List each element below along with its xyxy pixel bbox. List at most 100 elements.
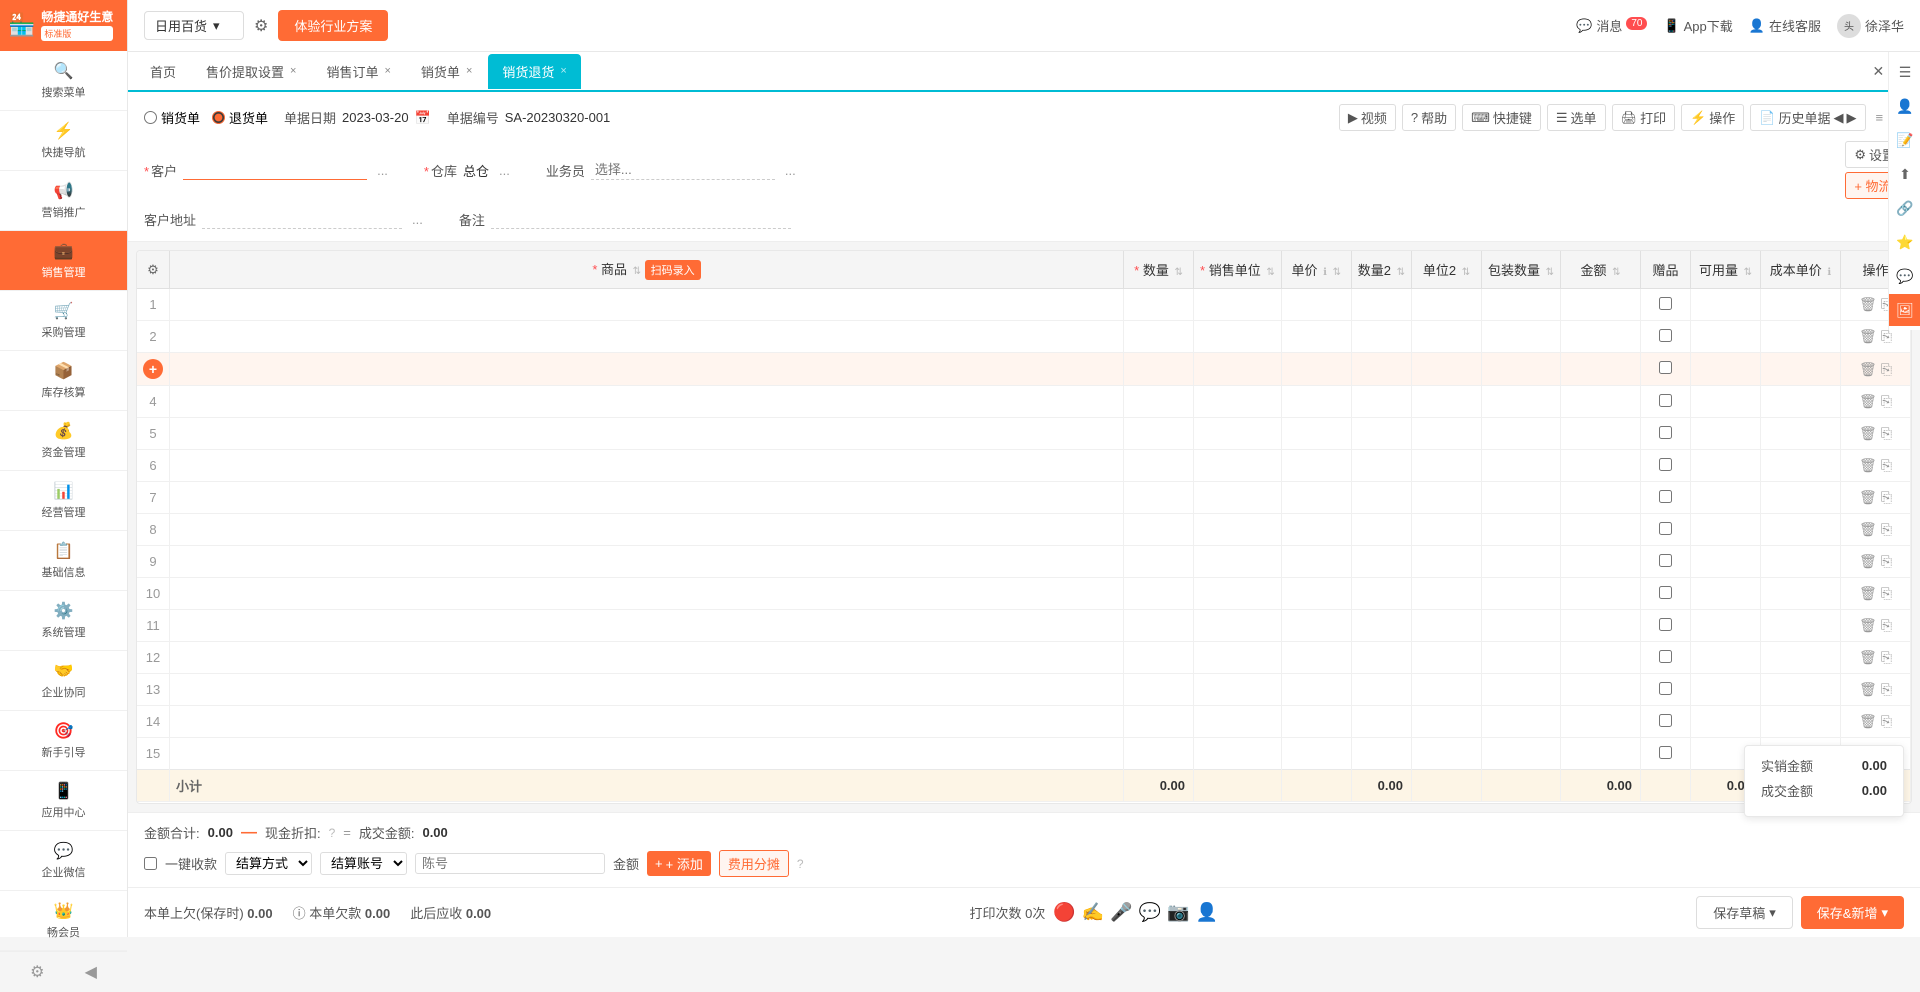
address-ellipsis-btn[interactable]: ... (412, 212, 423, 227)
delete-icon[interactable]: 🗑 (1859, 296, 1877, 313)
copy-icon[interactable]: ⎘ (1881, 585, 1892, 602)
tool-icon-2[interactable]: ✍ (1082, 902, 1104, 923)
salesperson-input[interactable] (591, 160, 775, 180)
topbar-gear-icon[interactable]: ⚙ (254, 16, 268, 36)
copy-icon[interactable]: ⎘ (1881, 393, 1892, 410)
scan-button[interactable]: 扫码录入 (645, 260, 701, 280)
product-input[interactable] (176, 362, 1117, 377)
right-panel-icon-3[interactable]: 📝 (1889, 124, 1920, 156)
delete-icon[interactable]: 🗑 (1859, 713, 1877, 730)
due-info-icon[interactable]: ⓘ (293, 906, 306, 921)
tool-icon-5[interactable]: 📷 (1167, 902, 1189, 923)
delete-icon[interactable]: 🗑 (1859, 649, 1877, 666)
right-panel-icon-6[interactable]: ⭐ (1889, 226, 1920, 258)
sidebar-item-guide[interactable]: 🎯 新手引导 (0, 711, 127, 771)
radio-sales-delivery[interactable]: 销货单 (144, 108, 200, 127)
experience-button[interactable]: 体验行业方案 (278, 10, 388, 41)
add-fee-button[interactable]: + + 添加 (647, 851, 711, 876)
sidebar-item-system[interactable]: ⚙️ 系统管理 (0, 591, 127, 651)
radio-input-return[interactable] (212, 111, 225, 124)
price-info-icon[interactable]: ℹ (1323, 267, 1327, 278)
radio-input-delivery[interactable] (144, 111, 157, 124)
product-cell-input[interactable] (170, 353, 1124, 386)
delete-icon[interactable]: 🗑 (1859, 489, 1877, 506)
delete-icon[interactable]: 🗑 (1859, 328, 1877, 345)
right-panel-icon-7[interactable]: 💬 (1889, 260, 1920, 292)
gift-checkbox[interactable] (1659, 586, 1672, 599)
tab-close-icon[interactable]: × (290, 65, 296, 77)
sidebar-item-basic[interactable]: 📋 基础信息 (0, 531, 127, 591)
payment-info-icon[interactable]: ? (797, 857, 804, 871)
video-btn[interactable]: ▶ 视频 (1339, 104, 1396, 131)
tab-sales-delivery[interactable]: 销货单 × (407, 54, 486, 89)
add-row-button[interactable]: + (143, 359, 163, 379)
qty-sort-icon[interactable]: ⇅ (1174, 267, 1182, 278)
tool-icon-6[interactable]: 👤 (1195, 902, 1217, 923)
warehouse-ellipsis-btn[interactable]: ... (499, 163, 510, 178)
remark-input[interactable] (491, 209, 791, 229)
right-panel-icon-8[interactable]: 🖼 (1889, 294, 1920, 326)
history-btn[interactable]: 📄 历史单据 ◀ ▶ (1750, 104, 1865, 131)
help-btn[interactable]: ? 帮助 (1402, 104, 1456, 131)
right-panel-icon-4[interactable]: ⬆ (1889, 158, 1920, 190)
amount-sort-icon[interactable]: ⇅ (1612, 267, 1620, 278)
copy-icon[interactable]: ⎘ (1881, 328, 1892, 345)
tab-home[interactable]: 首页 (136, 54, 190, 89)
copy-icon[interactable]: ⎘ (1881, 425, 1892, 442)
price-sort-icon[interactable]: ⇅ (1333, 267, 1341, 278)
copy-icon[interactable]: ⎘ (1881, 649, 1892, 666)
copy-icon[interactable]: ⎘ (1881, 521, 1892, 538)
cost-info-icon[interactable]: ℹ (1827, 267, 1831, 278)
one-click-checkbox[interactable] (144, 857, 157, 870)
cash-discount-info-icon[interactable]: ? (329, 826, 336, 840)
app-download-item[interactable]: 📱 App下载 (1663, 16, 1732, 35)
account-num-input[interactable] (415, 853, 605, 874)
gift-checkbox[interactable] (1659, 426, 1672, 439)
sidebar-item-enterprise[interactable]: 🤝 企业协同 (0, 651, 127, 711)
select-btn[interactable]: ☰ 选单 (1547, 104, 1606, 131)
customer-ellipsis-btn[interactable]: ... (377, 163, 388, 178)
online-service-item[interactable]: 👤 在线客服 (1749, 16, 1821, 35)
tab-close-icon[interactable]: × (384, 65, 390, 77)
close-tab-icon[interactable]: ✕ (1869, 59, 1889, 84)
pkg-sort-icon[interactable]: ⇅ (1546, 267, 1554, 278)
unit-sort-icon[interactable]: ⇅ (1266, 267, 1274, 278)
col-gear-icon[interactable]: ⚙ (147, 262, 159, 277)
gift-checkbox[interactable] (1659, 618, 1672, 631)
tool-icon-4[interactable]: 💬 (1139, 902, 1161, 923)
gift-checkbox[interactable] (1659, 394, 1672, 407)
tab-close-icon[interactable]: × (466, 65, 472, 77)
copy-icon[interactable]: ⎘ (1881, 617, 1892, 634)
calendar-icon[interactable]: 📅 (415, 110, 431, 126)
sidebar-item-search[interactable]: 🔍 搜索菜单 (0, 51, 127, 111)
settings-bottom-icon[interactable]: ⚙ (30, 962, 44, 982)
delete-icon[interactable]: 🗑 (1859, 617, 1877, 634)
tab-close-icon[interactable]: × (560, 65, 566, 77)
copy-icon[interactable]: ⎘ (1881, 489, 1892, 506)
customer-input[interactable] (183, 160, 367, 180)
fee-split-button[interactable]: 费用分摊 (719, 850, 789, 877)
copy-icon[interactable]: ⎘ (1881, 553, 1892, 570)
sidebar-item-apps[interactable]: 📱 应用中心 (0, 771, 127, 831)
delete-icon[interactable]: 🗑 (1859, 425, 1877, 442)
gift-checkbox[interactable] (1659, 522, 1672, 535)
copy-icon[interactable]: ⎘ (1881, 361, 1892, 378)
sidebar-item-member[interactable]: 👑 畅会员 (0, 891, 127, 951)
gift-checkbox[interactable] (1659, 361, 1672, 374)
tab-sales-return[interactable]: 销货退货 × (488, 54, 580, 89)
qty2-sort-icon[interactable]: ⇅ (1397, 267, 1405, 278)
sidebar-item-shortcut[interactable]: ⚡ 快捷导航 (0, 111, 127, 171)
view-toggle-list[interactable]: ≡ (1876, 110, 1884, 125)
save-new-button[interactable]: 保存&新增 ▾ (1801, 896, 1904, 929)
sidebar-item-inventory[interactable]: 📦 库存核算 (0, 351, 127, 411)
address-input[interactable] (202, 209, 402, 229)
sidebar-item-purchase[interactable]: 🛒 采购管理 (0, 291, 127, 351)
category-dropdown[interactable]: 日用百货 ▾ (144, 11, 244, 40)
avail-sort-icon[interactable]: ⇅ (1744, 267, 1752, 278)
gift-checkbox[interactable] (1659, 746, 1672, 759)
account-method-select2[interactable]: 结算账号 (320, 852, 407, 875)
gift-checkbox[interactable] (1659, 650, 1672, 663)
shortcut-btn[interactable]: ⌨ 快捷键 (1462, 104, 1541, 131)
gift-checkbox[interactable] (1659, 458, 1672, 471)
right-panel-icon-2[interactable]: 👤 (1889, 90, 1920, 122)
